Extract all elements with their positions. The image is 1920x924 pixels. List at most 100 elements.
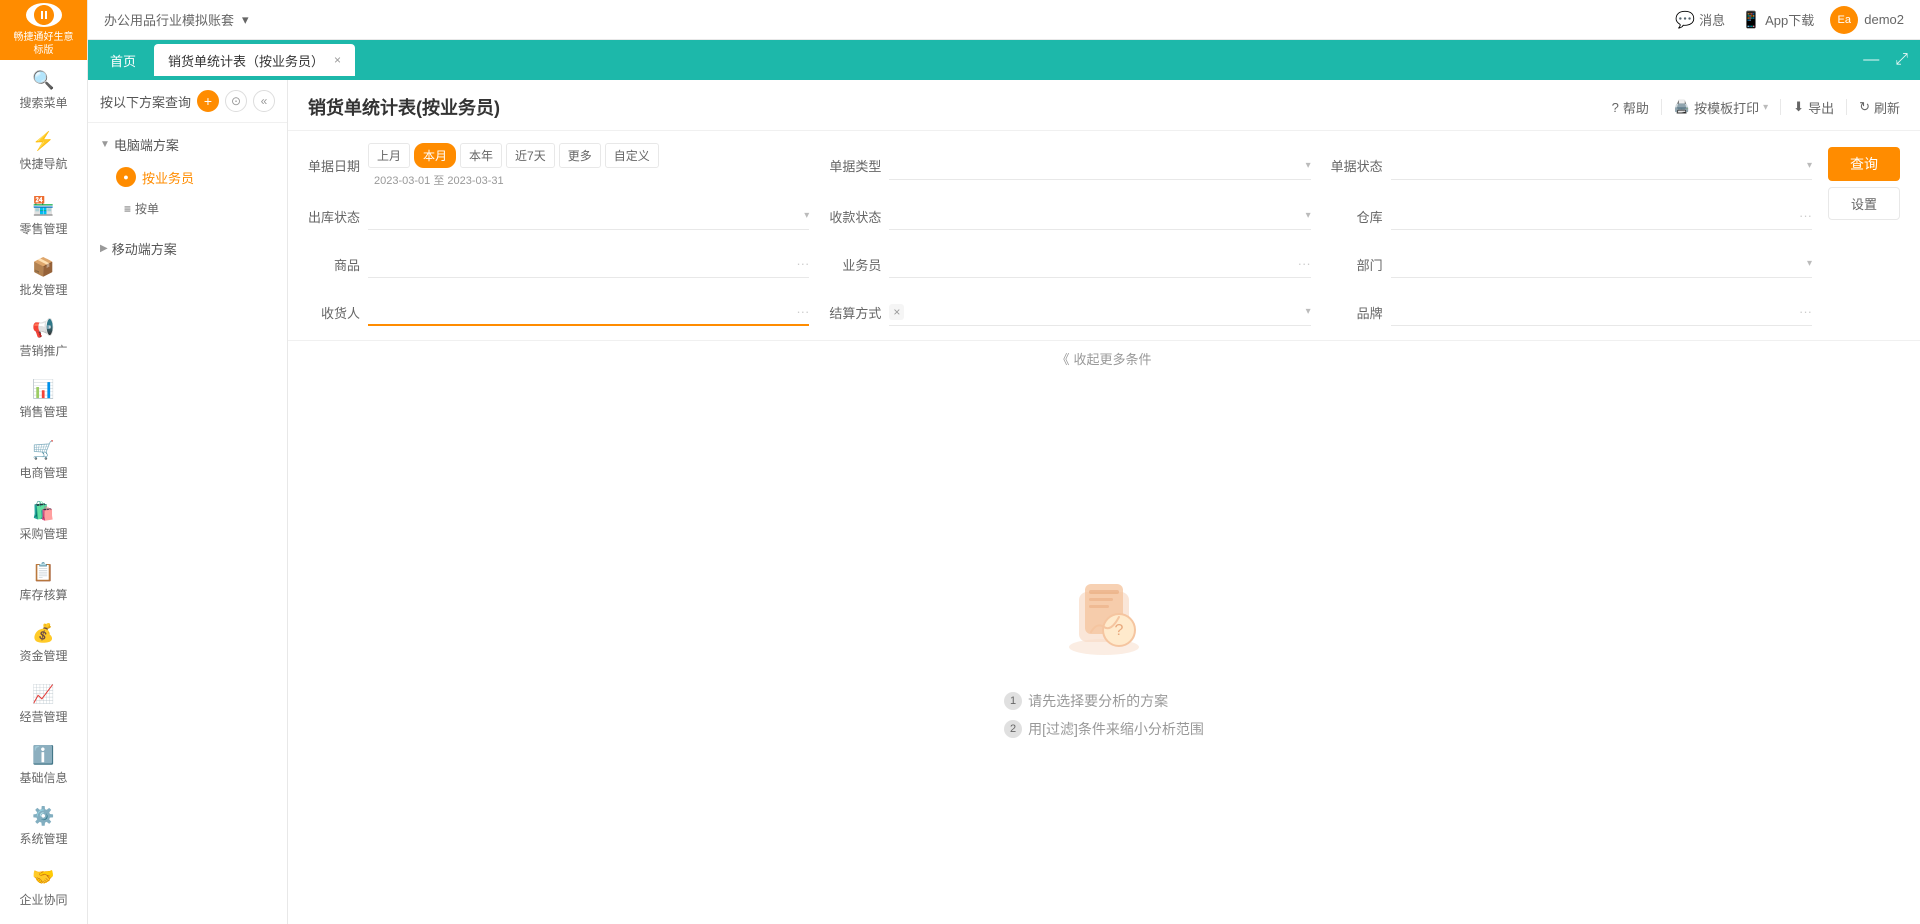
collapse-icon: 《	[1056, 349, 1069, 368]
filter-consignee: 收货人 ···	[308, 292, 809, 332]
finance-icon: 💰	[32, 623, 54, 644]
query-btn[interactable]: 查询	[1828, 147, 1900, 181]
date-btn-7days[interactable]: 近7天	[506, 143, 555, 168]
date-btn-this-month[interactable]: 本月	[414, 143, 456, 168]
sidebar-item-sales[interactable]: 📊 销售管理	[0, 369, 87, 430]
salesman-dot: ●	[116, 167, 136, 187]
salesman-input[interactable]: ···	[889, 250, 1310, 278]
empty-icon: ?	[1049, 562, 1159, 675]
sidebar-item-marketing[interactable]: 📢 营销推广	[0, 308, 87, 369]
doc-type-input[interactable]: ▾	[889, 152, 1310, 180]
sidebar-item-wholesale-label: 批发管理	[19, 281, 67, 298]
minimize-btn[interactable]: —	[1859, 47, 1883, 73]
sidebar-item-finance[interactable]: 💰 资金管理	[0, 613, 87, 674]
app-download-btn[interactable]: 📱 App下载	[1741, 10, 1814, 30]
filter-brand: 品牌 ···	[1311, 292, 1812, 332]
receipt-status-input[interactable]: ▾	[889, 202, 1310, 230]
tip-text-1: 请先选择要分析的方案	[1028, 691, 1168, 711]
pc-scheme-label: 电脑端方案	[114, 135, 179, 154]
message-icon: 💬	[1675, 10, 1695, 30]
sidebar-item-operations[interactable]: 📈 经营管理	[0, 674, 87, 735]
sidebar-item-system[interactable]: ⚙️ 系统管理	[0, 796, 87, 857]
sidebar-item-purchase[interactable]: 🛍️ 采购管理	[0, 491, 87, 552]
content-wrapper: 按以下方案查询 + ⊙ « ▼ 电脑端方案 ●	[88, 80, 1920, 924]
app-logo: 畅捷通好生意 标版	[0, 0, 88, 60]
pc-scheme-header[interactable]: ▼ 电脑端方案	[88, 129, 287, 160]
warehouse-input[interactable]: ···	[1391, 202, 1812, 230]
mobile-scheme-header[interactable]: ▶ 移动端方案	[88, 233, 287, 264]
out-status-input[interactable]: ▾	[368, 202, 809, 230]
logo-icon	[26, 3, 62, 27]
sidebar-item-inventory[interactable]: 📋 库存核算	[0, 552, 87, 613]
doc-type-arrow: ▾	[1306, 160, 1311, 171]
doc-status-input[interactable]: ▾	[1391, 152, 1812, 180]
filter-fields: 单据日期 上月 本月 本年 近7天 更多 自定义 2023-03-01 至 20…	[308, 143, 1812, 340]
export-btn[interactable]: ⬇ 导出	[1793, 98, 1834, 117]
maximize-btn[interactable]: ⤢	[1891, 47, 1912, 73]
inventory-icon: 📋	[32, 562, 54, 583]
sales-icon: 📊	[32, 379, 54, 400]
setting-btn[interactable]: 设置	[1828, 187, 1900, 220]
retail-icon: 🏪	[32, 196, 54, 217]
sidebar-item-system-label: 系统管理	[19, 830, 67, 847]
top-header: 办公用品行业模拟账套 ▾ 💬 消息 📱 App下载 Ea demo2	[88, 0, 1920, 40]
sidebar-item-search[interactable]: 🔍 搜索菜单	[0, 60, 87, 121]
sidebar-item-basic[interactable]: ℹ️ 基础信息	[0, 735, 87, 796]
sidebar-item-quick-nav[interactable]: ⚡ 快捷导航	[0, 121, 87, 182]
date-btn-last-month[interactable]: 上月	[368, 143, 410, 168]
empty-tip-1: 1 请先选择要分析的方案	[1004, 691, 1204, 711]
receipt-status-arrow: ▾	[1306, 210, 1311, 221]
brand-input[interactable]: ···	[1391, 298, 1812, 326]
filter-payment: 结算方式 × ▾	[809, 292, 1310, 332]
consignee-input[interactable]: ···	[368, 298, 809, 326]
page-header-actions: ? 帮助 🖨️ 按模板打印 ▾ ⬇ 导出	[1612, 98, 1900, 117]
doc-status-label: 单据状态	[1331, 156, 1391, 175]
tab-home[interactable]: 首页	[96, 44, 150, 76]
scheme-collapse-btn[interactable]: «	[253, 90, 275, 112]
sidebar-item-ecommerce[interactable]: 🛒 电商管理	[0, 430, 87, 491]
out-status-label: 出库状态	[308, 207, 368, 226]
payment-clear-tag: ×	[889, 304, 904, 320]
sidebar-item-ecommerce-label: 电商管理	[19, 464, 67, 481]
app-download-icon: 📱	[1741, 10, 1761, 30]
user-info[interactable]: Ea demo2	[1830, 6, 1904, 34]
header-right: 💬 消息 📱 App下载 Ea demo2	[1675, 6, 1904, 34]
avatar: Ea	[1830, 6, 1858, 34]
tab-close-btn[interactable]: ×	[334, 53, 341, 67]
date-btn-more[interactable]: 更多	[559, 143, 601, 168]
sidebar-item-wholesale[interactable]: 📦 批发管理	[0, 247, 87, 308]
doc-type-label: 单据类型	[829, 156, 889, 175]
sidebar-item-inventory-label: 库存核算	[19, 586, 67, 603]
out-status-arrow: ▾	[804, 210, 809, 221]
sidebar-item-retail[interactable]: 🏪 零售管理	[0, 186, 87, 247]
tip-num-1: 1	[1004, 692, 1022, 710]
help-btn[interactable]: ? 帮助	[1612, 98, 1649, 117]
date-btn-custom[interactable]: 自定义	[605, 143, 659, 168]
message-btn[interactable]: 💬 消息	[1675, 10, 1725, 30]
tab-active[interactable]: 销货单统计表（按业务员） ×	[154, 44, 355, 76]
scheme-settings-icon: ⊙	[231, 94, 241, 108]
salesman-label: 业务员	[829, 255, 889, 274]
collapse-more-bar[interactable]: 《 收起更多条件	[288, 341, 1920, 376]
divider-1	[1661, 99, 1662, 115]
tab-active-label: 销货单统计表（按业务员）	[168, 51, 324, 70]
dept-input[interactable]: ▾	[1391, 250, 1812, 278]
filter-receipt-status: 收款状态 ▾	[809, 196, 1310, 236]
payment-tag-close[interactable]: ×	[893, 305, 900, 319]
goods-input[interactable]: ···	[368, 250, 809, 278]
payment-label: 结算方式	[829, 303, 889, 322]
sub-item-order[interactable]: ≡ 按单	[88, 194, 287, 223]
consignee-label: 收货人	[308, 303, 368, 322]
sidebar-item-newbie[interactable]: 🎯 新手引导	[0, 918, 87, 924]
date-btn-this-year[interactable]: 本年	[460, 143, 502, 168]
header-left: 办公用品行业模拟账套 ▾	[104, 10, 249, 29]
payment-input[interactable]: × ▾	[889, 298, 1310, 326]
industry-dropdown-arrow[interactable]: ▾	[242, 12, 249, 28]
sidebar-item-corp[interactable]: 🤝 企业协同	[0, 857, 87, 918]
refresh-btn[interactable]: ↻ 刷新	[1859, 98, 1900, 117]
scheme-item-salesman[interactable]: ● 按业务员	[88, 160, 287, 194]
scheme-settings-btn[interactable]: ⊙	[225, 90, 247, 112]
scheme-add-btn[interactable]: +	[197, 90, 219, 112]
template-print-btn[interactable]: 🖨️ 按模板打印 ▾	[1674, 98, 1768, 117]
corp-icon: 🤝	[32, 867, 54, 888]
